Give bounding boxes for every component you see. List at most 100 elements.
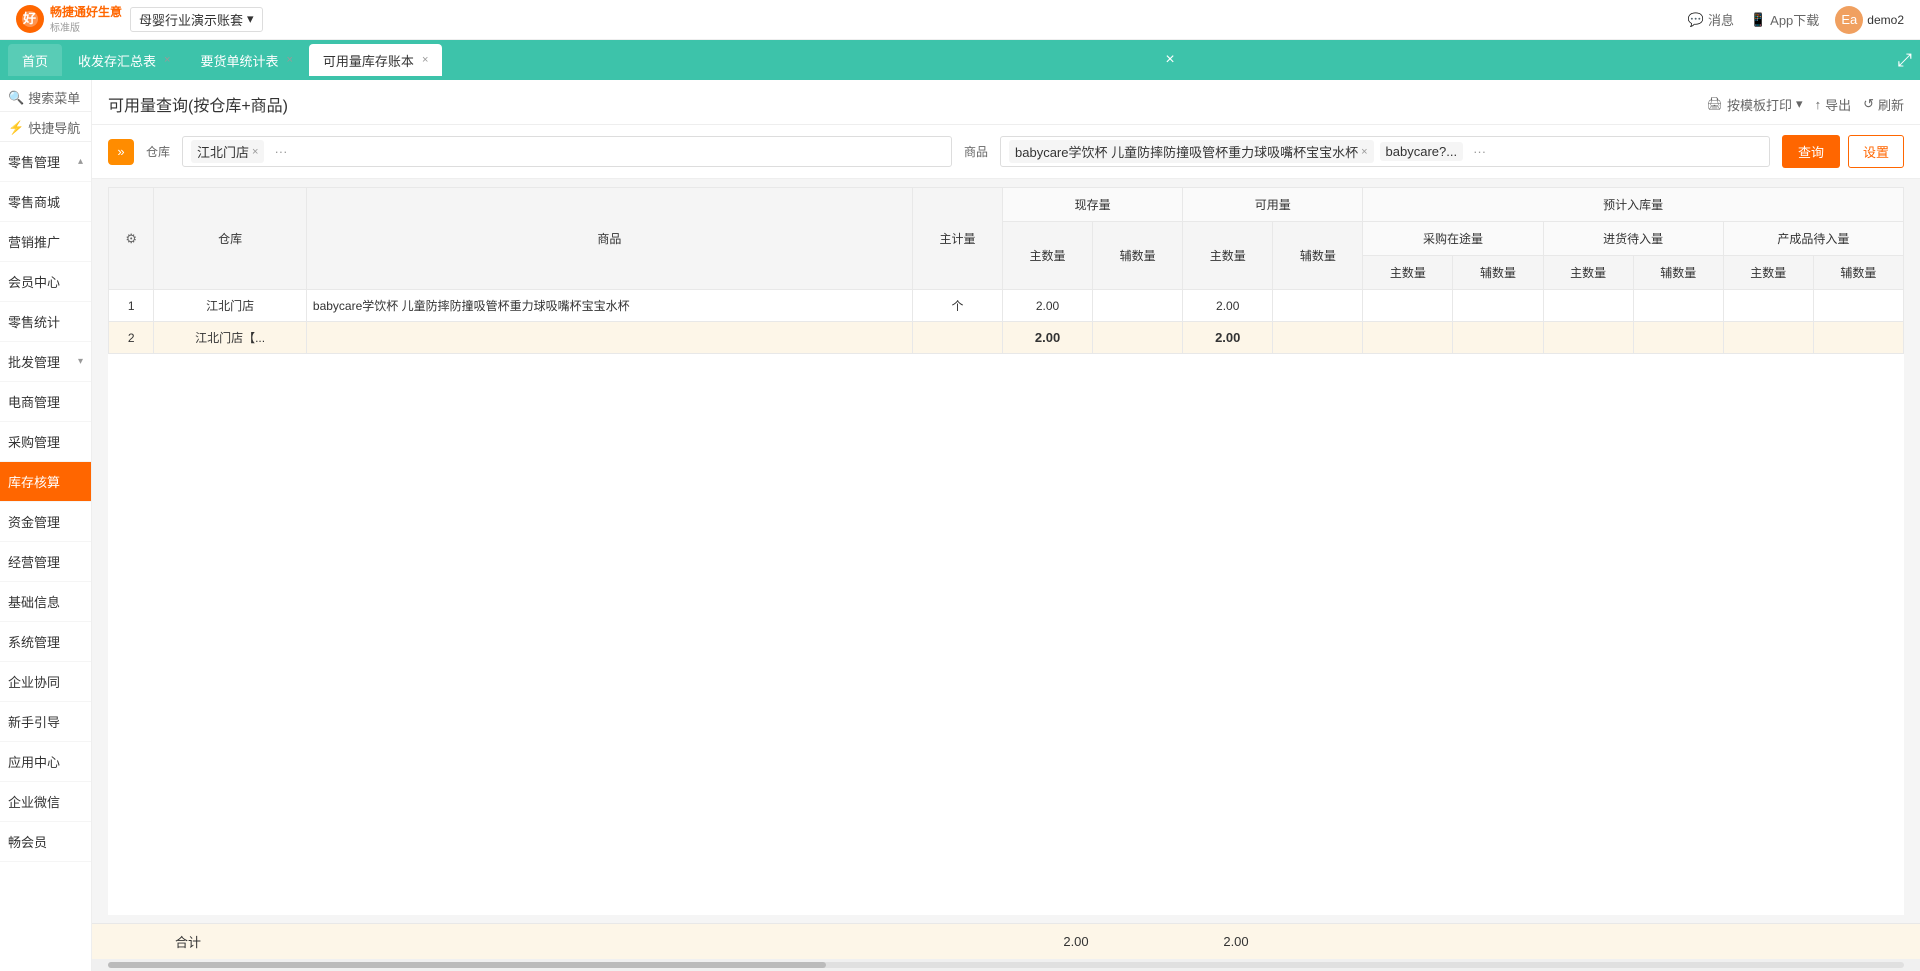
page-header: 可用量查询(按仓库+商品) 🖨 按模板打印 ▾ ↑ 导出 ↺ 刷新 bbox=[92, 80, 1920, 125]
th-warehouse: 仓库 bbox=[154, 188, 307, 290]
sidebar-quicknav[interactable]: ⚡ 快捷导航 bbox=[0, 112, 91, 142]
gear-icon[interactable]: ⚙ bbox=[125, 231, 137, 246]
top-bar-left: 好 畅捷通好生意 标准版 母婴行业演示账套 ▾ bbox=[16, 5, 263, 34]
sidebar-item-enterprise-wechat[interactable]: 企业微信 bbox=[0, 782, 91, 822]
sidebar-item-retail-stats[interactable]: 零售统计 bbox=[0, 302, 91, 342]
double-arrow-icon: » bbox=[117, 144, 124, 159]
footer-summary: 合计 2.00 2.00 bbox=[92, 923, 1920, 959]
th-available: 可用量 bbox=[1183, 188, 1363, 222]
row-num-2: 2 bbox=[109, 322, 154, 354]
logo-area: 好 畅捷通好生意 标准版 bbox=[16, 5, 122, 34]
sidebar-item-vip-member[interactable]: 畅会员 bbox=[0, 822, 91, 862]
page-actions: 🖨 按模板打印 ▾ ↑ 导出 ↺ 刷新 bbox=[1707, 95, 1905, 114]
th-current-stock: 现存量 bbox=[1003, 188, 1183, 222]
sidebar-item-system-mgmt[interactable]: 系统管理 bbox=[0, 622, 91, 662]
user-area[interactable]: Ea demo2 bbox=[1835, 6, 1904, 34]
sidebar-item-inventory[interactable]: 库存核算 bbox=[0, 462, 91, 502]
industry-selector[interactable]: 母婴行业演示账套 ▾ bbox=[130, 7, 263, 32]
page-title: 可用量查询(按仓库+商品) bbox=[108, 92, 288, 116]
message-icon: 💬 bbox=[1688, 12, 1704, 28]
inventory-table: ⚙ 仓库 商品 主计量 现存量 可用量 预计入库量 主数量 辅数量 主数量 辅数… bbox=[108, 187, 1904, 354]
row-product-aux-1 bbox=[1813, 290, 1903, 322]
tab-available-stock[interactable]: 可用量库存账本 × bbox=[309, 44, 442, 76]
sidebar-item-retail-mall[interactable]: 零售商城 bbox=[0, 182, 91, 222]
print-icon: 🖨 bbox=[1707, 96, 1724, 112]
row-current-main-2: 2.00 bbox=[1003, 322, 1093, 354]
user-name: demo2 bbox=[1867, 13, 1904, 27]
scrollbar-thumb[interactable] bbox=[108, 962, 826, 968]
close-tab-order-stats[interactable]: × bbox=[286, 54, 292, 66]
sidebar-item-purchase[interactable]: 采购管理 bbox=[0, 422, 91, 462]
filter-toggle-button[interactable]: » bbox=[108, 139, 134, 165]
warehouse-filter-group[interactable]: 江北门店 × ··· bbox=[182, 136, 952, 167]
warehouse-more-dots[interactable]: ··· bbox=[270, 144, 291, 159]
sidebar-item-app-center[interactable]: 应用中心 bbox=[0, 742, 91, 782]
th-purchase-main: 主数量 bbox=[1363, 256, 1453, 290]
warehouse-label: 仓库 bbox=[146, 143, 170, 160]
th-purchase-aux: 辅数量 bbox=[1453, 256, 1543, 290]
row-unit-2 bbox=[912, 322, 1002, 354]
close-tab-available-stock[interactable]: × bbox=[422, 54, 428, 66]
message-button[interactable]: 💬 消息 bbox=[1688, 10, 1734, 29]
row-purchase-main-2 bbox=[1363, 322, 1453, 354]
sidebar-item-operations[interactable]: 经营管理 bbox=[0, 542, 91, 582]
product-filter-group[interactable]: babycare学饮杯 儿童防摔防撞吸管杯重力球吸嘴杯宝宝水杯 × babyca… bbox=[1000, 136, 1770, 167]
remove-product-tag-0[interactable]: × bbox=[1361, 146, 1367, 158]
tab-order-stats[interactable]: 要货单统计表 × bbox=[186, 44, 306, 76]
sidebar-item-member-center[interactable]: 会员中心 bbox=[0, 262, 91, 302]
tab-receive[interactable]: 收发存汇总表 × bbox=[64, 44, 184, 76]
row-product-main-1 bbox=[1723, 290, 1813, 322]
close-tab-receive[interactable]: × bbox=[164, 54, 170, 66]
product-more-dots[interactable]: ··· bbox=[1469, 144, 1490, 159]
refresh-button[interactable]: ↺ 刷新 bbox=[1863, 95, 1904, 114]
chevron-down-icon: ▾ bbox=[247, 11, 254, 27]
available-stock-tab-label: 可用量库存账本 bbox=[323, 51, 414, 70]
query-button[interactable]: 查询 bbox=[1782, 135, 1840, 168]
svg-text:好: 好 bbox=[22, 11, 36, 26]
main-content: 可用量查询(按仓库+商品) 🖨 按模板打印 ▾ ↑ 导出 ↺ 刷新 bbox=[92, 80, 1920, 971]
table-row: 1 江北门店 babycare学饮杯 儿童防摔防撞吸管杯重力球吸嘴杯宝宝水杯 个… bbox=[109, 290, 1904, 322]
th-product-main: 主数量 bbox=[1723, 256, 1813, 290]
th-current-aux: 辅数量 bbox=[1093, 222, 1183, 290]
sidebar: 🔍 搜索菜单 ⚡ 快捷导航 零售管理 ▴ 零售商城 营销推广 会员中心 零售统计… bbox=[0, 80, 92, 971]
home-tab-label: 首页 bbox=[22, 51, 48, 70]
sidebar-item-retail-mgmt[interactable]: 零售管理 ▴ bbox=[0, 142, 91, 182]
tab-home[interactable]: 首页 bbox=[8, 44, 62, 76]
th-avail-aux: 辅数量 bbox=[1273, 222, 1363, 290]
sidebar-item-wholesale-mgmt[interactable]: 批发管理 ▾ bbox=[0, 342, 91, 382]
remove-warehouse-tag[interactable]: × bbox=[252, 146, 258, 158]
sidebar-item-basic-info[interactable]: 基础信息 bbox=[0, 582, 91, 622]
app-download-button[interactable]: 📱 App下载 bbox=[1750, 10, 1819, 29]
th-avail-main: 主数量 bbox=[1183, 222, 1273, 290]
top-bar-right: 💬 消息 📱 App下载 Ea demo2 bbox=[1688, 6, 1904, 34]
sidebar-item-marketing[interactable]: 营销推广 bbox=[0, 222, 91, 262]
row-purchase-main-1 bbox=[1363, 290, 1453, 322]
table-area: ⚙ 仓库 商品 主计量 现存量 可用量 预计入库量 主数量 辅数量 主数量 辅数… bbox=[108, 187, 1904, 915]
chevron-down-icon: ▾ bbox=[1796, 96, 1803, 112]
summary-avail-main: 2.00 bbox=[1196, 934, 1276, 949]
expand-nav-icon[interactable]: ⤢ bbox=[1898, 50, 1912, 71]
row-avail-aux-1 bbox=[1273, 290, 1363, 322]
filter-actions: 查询 设置 bbox=[1782, 135, 1904, 168]
export-button[interactable]: ↑ 导出 bbox=[1815, 95, 1852, 114]
settings-button[interactable]: 设置 bbox=[1848, 135, 1904, 168]
th-incoming-group: 进货待入量 bbox=[1543, 222, 1723, 256]
th-current-main: 主数量 bbox=[1003, 222, 1093, 290]
nav-tabs: 首页 收发存汇总表 × 要货单统计表 × 可用量库存账本 × × ⤢ bbox=[0, 40, 1920, 80]
sidebar-search[interactable]: 🔍 搜索菜单 bbox=[0, 80, 91, 112]
sidebar-item-new-guide[interactable]: 新手引导 bbox=[0, 702, 91, 742]
horizontal-scrollbar[interactable] bbox=[108, 962, 1904, 968]
sidebar-item-ecommerce[interactable]: 电商管理 bbox=[0, 382, 91, 422]
sidebar-item-enterprise[interactable]: 企业协同 bbox=[0, 662, 91, 702]
close-all-tabs[interactable]: × bbox=[1161, 47, 1178, 73]
product-label: 商品 bbox=[964, 143, 988, 160]
summary-label: 合计 bbox=[108, 932, 268, 951]
refresh-icon: ↺ bbox=[1863, 96, 1874, 112]
product-tag-1: babycare?... bbox=[1380, 142, 1464, 161]
app-body: 🔍 搜索菜单 ⚡ 快捷导航 零售管理 ▴ 零售商城 营销推广 会员中心 零售统计… bbox=[0, 80, 1920, 971]
logo-text: 畅捷通好生意 bbox=[50, 5, 122, 19]
row-num-1: 1 bbox=[109, 290, 154, 322]
print-button[interactable]: 🖨 按模板打印 ▾ bbox=[1707, 95, 1803, 114]
row-product-1: babycare学饮杯 儿童防摔防撞吸管杯重力球吸嘴杯宝宝水杯 bbox=[306, 290, 912, 322]
sidebar-item-finance[interactable]: 资金管理 bbox=[0, 502, 91, 542]
